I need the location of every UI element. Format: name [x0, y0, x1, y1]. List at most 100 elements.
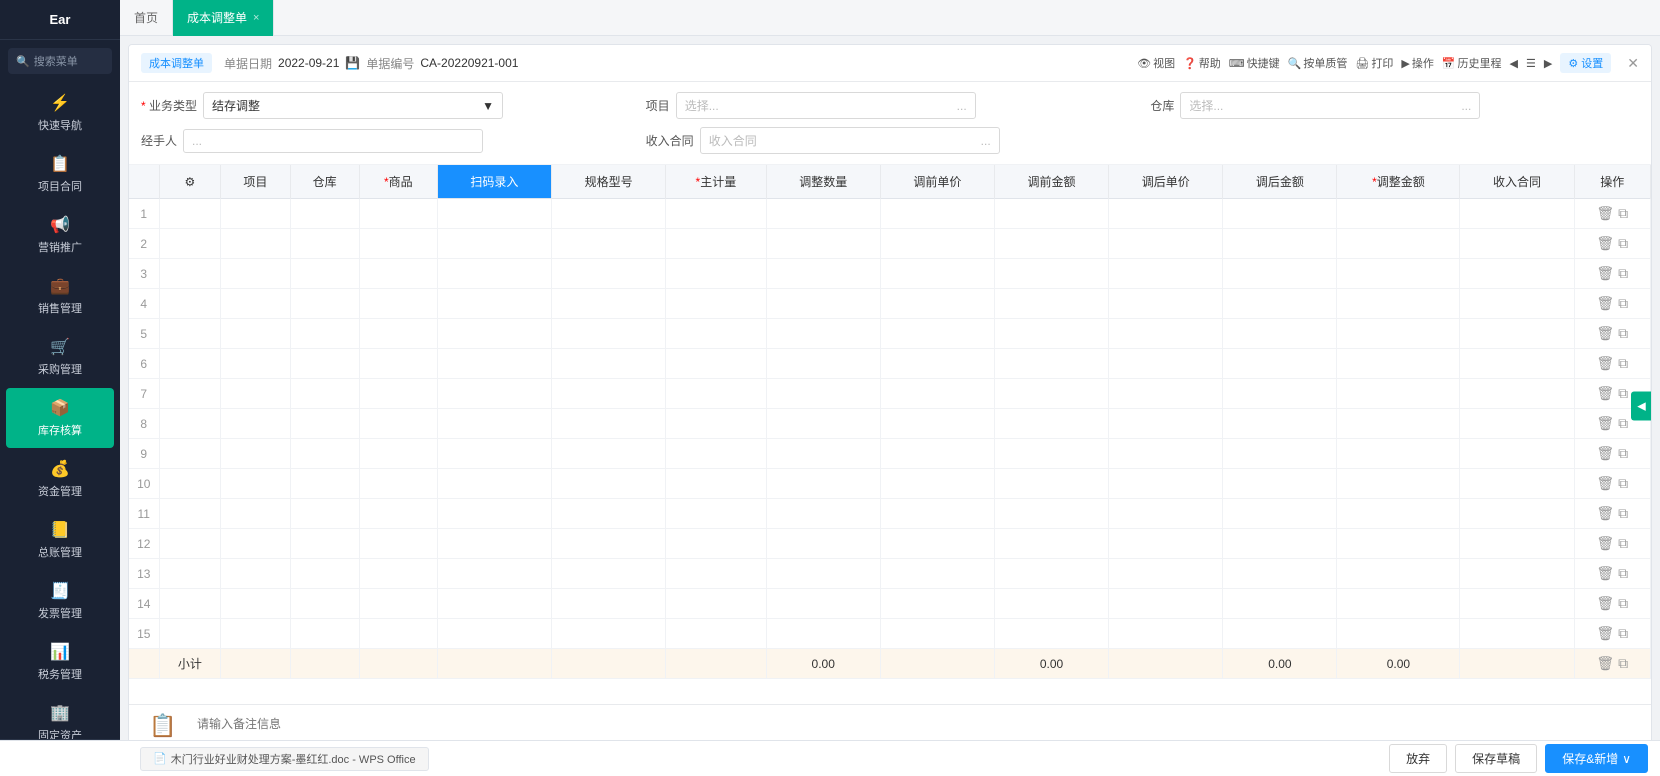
delete-row-icon[interactable]: 🗑 — [1596, 535, 1614, 552]
cell-settings[interactable] — [159, 559, 221, 589]
cell-product[interactable] — [359, 289, 437, 319]
cell-prev-amount[interactable] — [994, 619, 1108, 649]
cell-after-unit-price[interactable] — [1109, 439, 1223, 469]
cell-settings[interactable] — [159, 589, 221, 619]
cell-prev-amount[interactable] — [994, 289, 1108, 319]
cell-after-amount[interactable] — [1223, 229, 1337, 259]
action-nav-prev[interactable]: ◀ — [1510, 57, 1518, 70]
subtotal-copy-icon[interactable]: ⧉ — [1618, 655, 1628, 672]
cell-adj-amount[interactable] — [1337, 499, 1460, 529]
cell-project[interactable] — [221, 469, 290, 499]
cell-main-unit[interactable] — [666, 439, 766, 469]
cell-adj-amount[interactable] — [1337, 589, 1460, 619]
cell-prev-unit-price[interactable] — [880, 589, 994, 619]
cell-settings[interactable] — [159, 349, 221, 379]
cell-adj-qty[interactable] — [766, 349, 880, 379]
copy-row-icon[interactable]: ⧉ — [1618, 265, 1628, 282]
copy-row-icon[interactable]: ⧉ — [1618, 385, 1628, 402]
cell-warehouse[interactable] — [290, 559, 359, 589]
cell-scan-input[interactable] — [437, 469, 551, 499]
cell-scan-input[interactable] — [437, 589, 551, 619]
sidebar-item-quick-nav[interactable]: ⚡ 快速导航 — [6, 83, 114, 143]
cell-spec-type[interactable] — [551, 499, 665, 529]
cell-product[interactable] — [359, 229, 437, 259]
cell-spec-type[interactable] — [551, 289, 665, 319]
cell-income-contract[interactable] — [1460, 259, 1574, 289]
cell-scan-input[interactable] — [437, 619, 551, 649]
cell-scan-input[interactable] — [437, 379, 551, 409]
action-print[interactable]: 🖨打印 — [1355, 55, 1393, 71]
cell-prev-unit-price[interactable] — [880, 469, 994, 499]
action-help[interactable]: ❓帮助 — [1183, 55, 1221, 71]
cell-adj-qty[interactable] — [766, 229, 880, 259]
action-shortcut[interactable]: ⌨快捷键 — [1229, 55, 1280, 71]
cell-product[interactable] — [359, 199, 437, 229]
cell-adj-qty[interactable] — [766, 409, 880, 439]
cell-prev-amount[interactable] — [994, 559, 1108, 589]
cell-prev-unit-price[interactable] — [880, 229, 994, 259]
cell-after-amount[interactable] — [1223, 529, 1337, 559]
cell-adj-qty[interactable] — [766, 529, 880, 559]
cell-product[interactable] — [359, 499, 437, 529]
income-contract-input[interactable]: 收入合同 ... — [700, 127, 1000, 154]
cell-scan-input[interactable] — [437, 229, 551, 259]
copy-row-icon[interactable]: ⧉ — [1618, 595, 1628, 612]
copy-row-icon[interactable]: ⧉ — [1618, 625, 1628, 642]
cell-after-unit-price[interactable] — [1109, 349, 1223, 379]
cell-prev-unit-price[interactable] — [880, 499, 994, 529]
cell-after-unit-price[interactable] — [1109, 589, 1223, 619]
taskbar-wps-item[interactable]: 📄 木门行业好业财处理方案-墨红红.doc - WPS Office — [140, 747, 429, 771]
cell-settings[interactable] — [159, 409, 221, 439]
cell-prev-unit-price[interactable] — [880, 529, 994, 559]
cell-prev-amount[interactable] — [994, 229, 1108, 259]
cell-income-contract[interactable] — [1460, 199, 1574, 229]
cell-adj-qty[interactable] — [766, 589, 880, 619]
delete-row-icon[interactable]: 🗑 — [1596, 235, 1614, 252]
abandon-button[interactable]: 放弃 — [1389, 744, 1447, 773]
cell-adj-qty[interactable] — [766, 319, 880, 349]
sidebar-item-fixed-assets[interactable]: 🏢 固定资产 — [6, 693, 114, 739]
copy-row-icon[interactable]: ⧉ — [1618, 565, 1628, 582]
cell-product[interactable] — [359, 529, 437, 559]
cell-settings[interactable] — [159, 289, 221, 319]
cell-after-unit-price[interactable] — [1109, 379, 1223, 409]
cell-scan-input[interactable] — [437, 319, 551, 349]
cell-scan-input[interactable] — [437, 199, 551, 229]
copy-row-icon[interactable]: ⧉ — [1618, 415, 1628, 432]
cell-scan-input[interactable] — [437, 289, 551, 319]
cell-income-contract[interactable] — [1460, 589, 1574, 619]
cell-scan-input[interactable] — [437, 499, 551, 529]
cell-adj-amount[interactable] — [1337, 349, 1460, 379]
cell-adj-qty[interactable] — [766, 499, 880, 529]
cell-scan-input[interactable] — [437, 259, 551, 289]
cell-prev-unit-price[interactable] — [880, 259, 994, 289]
cell-prev-unit-price[interactable] — [880, 379, 994, 409]
action-nav-list[interactable]: ☰ — [1526, 57, 1536, 70]
delete-row-icon[interactable]: 🗑 — [1596, 565, 1614, 582]
cell-after-amount[interactable] — [1223, 409, 1337, 439]
cell-scan-input[interactable] — [437, 409, 551, 439]
cell-project[interactable] — [221, 529, 290, 559]
cell-income-contract[interactable] — [1460, 469, 1574, 499]
cell-scan-input[interactable] — [437, 439, 551, 469]
cell-prev-amount[interactable] — [994, 529, 1108, 559]
cell-main-unit[interactable] — [666, 379, 766, 409]
delete-row-icon[interactable]: 🗑 — [1596, 475, 1614, 492]
sidebar-item-capital-mgmt[interactable]: 💰 资金管理 — [6, 449, 114, 509]
cell-main-unit[interactable] — [666, 199, 766, 229]
action-view[interactable]: 👁视图 — [1137, 55, 1175, 71]
delete-row-icon[interactable]: 🗑 — [1596, 595, 1614, 612]
cell-main-unit[interactable] — [666, 259, 766, 289]
sidebar-item-purchase-mgmt[interactable]: 🛒 采购管理 — [6, 327, 114, 387]
cell-project[interactable] — [221, 589, 290, 619]
cell-after-amount[interactable] — [1223, 319, 1337, 349]
right-edge-tab[interactable]: ◀ — [1631, 392, 1652, 421]
cell-warehouse[interactable] — [290, 409, 359, 439]
cell-product[interactable] — [359, 349, 437, 379]
cell-adj-amount[interactable] — [1337, 469, 1460, 499]
cell-after-amount[interactable] — [1223, 469, 1337, 499]
cell-main-unit[interactable] — [666, 499, 766, 529]
cell-adj-qty[interactable] — [766, 469, 880, 499]
warehouse-input[interactable]: 选择... ... — [1180, 92, 1480, 119]
cell-income-contract[interactable] — [1460, 229, 1574, 259]
